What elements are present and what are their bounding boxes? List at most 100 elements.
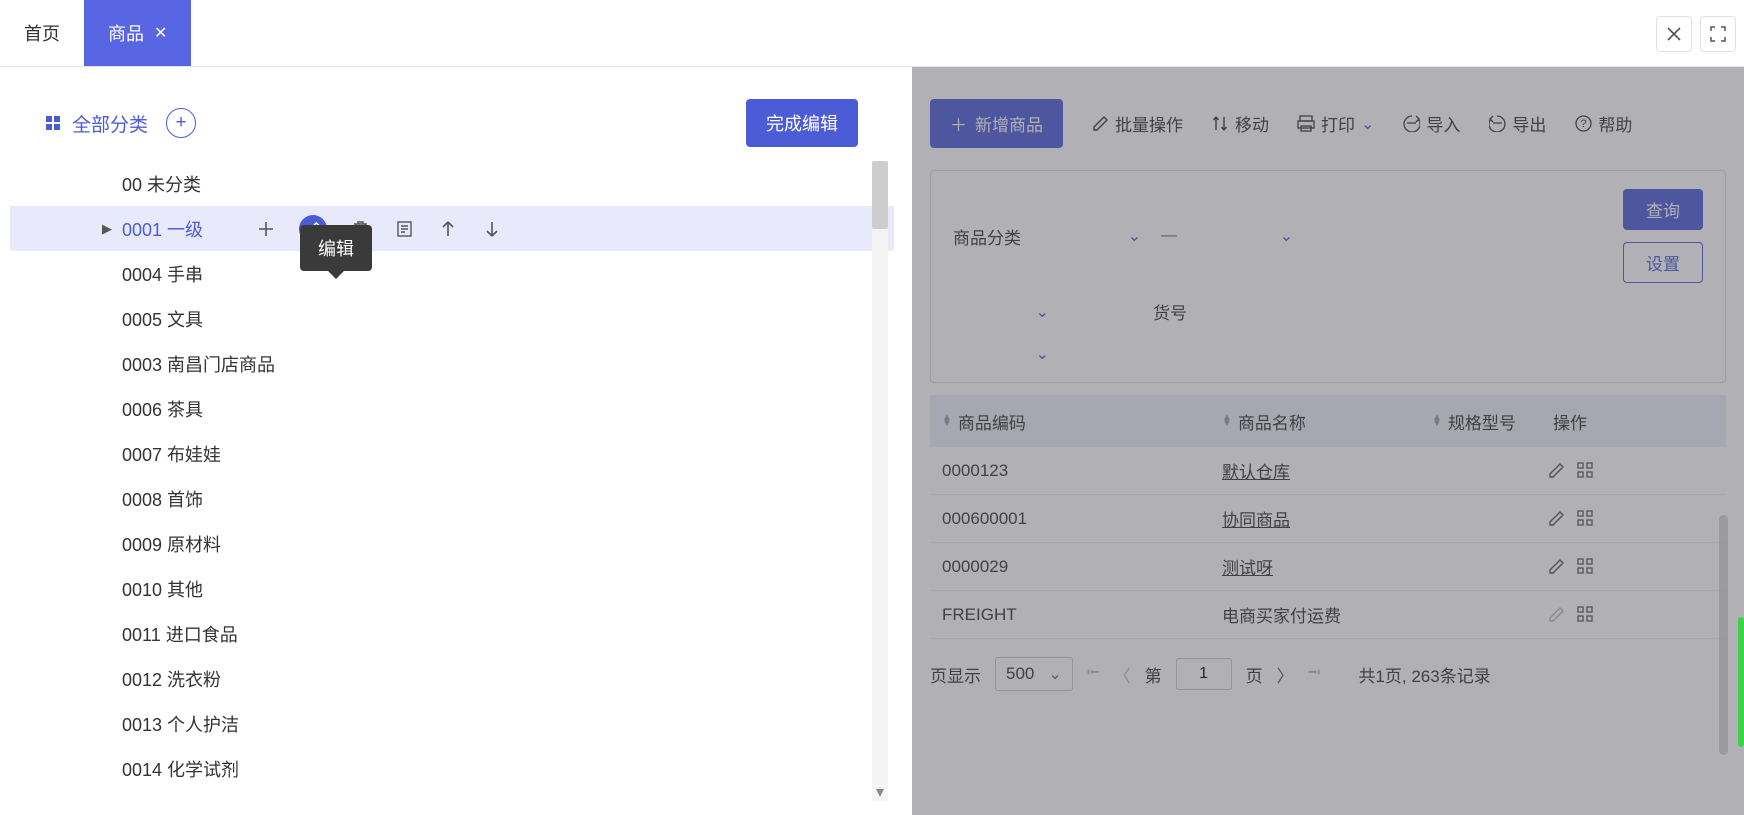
tree-item-label: 0004 手串 — [122, 261, 203, 287]
tree-item[interactable]: 0014 化学试剂 — [10, 746, 894, 791]
cell-code: 0000029 — [930, 557, 1210, 577]
print-button[interactable]: 打印 ⌄ — [1297, 111, 1374, 136]
unnamed-select-2[interactable]: ⌄ — [953, 344, 1049, 364]
scroll-down-icon[interactable]: ▾ — [872, 783, 888, 801]
export-label: 导出 — [1512, 111, 1546, 136]
cell-code: FREIGHT — [930, 605, 1210, 625]
finish-edit-button[interactable]: 完成编辑 — [746, 99, 858, 147]
add-category-button[interactable]: + — [166, 108, 196, 138]
tree-item[interactable]: 0008 首饰 — [10, 476, 894, 521]
tab-home[interactable]: 首页 — [0, 0, 84, 66]
export-button[interactable]: 导出 — [1488, 111, 1546, 136]
row-edit-icon — [1548, 606, 1565, 623]
tree-item-actions — [255, 215, 503, 243]
tree-item[interactable]: 0013 个人护洁 — [10, 701, 894, 746]
product-name-link[interactable]: 测试呀 — [1222, 559, 1273, 578]
all-categories-button[interactable]: 全部分类 — [46, 110, 148, 137]
tree-item[interactable]: 0003 南昌门店商品 — [10, 341, 894, 386]
batch-label: 批量操作 — [1115, 111, 1183, 136]
tree-item[interactable]: 0012 洗衣粉 — [10, 656, 894, 701]
per-page-label: 页显示 — [930, 662, 981, 687]
tree-sort-icon[interactable] — [393, 218, 415, 240]
th-code[interactable]: ▲▼ 商品编码 — [930, 409, 1210, 434]
tree-item-label: 0001 一级 — [122, 216, 203, 242]
help-button[interactable]: ? 帮助 — [1574, 111, 1632, 136]
tree-item[interactable]: 0009 原材料 — [10, 521, 894, 566]
tree-item-label: 00 未分类 — [122, 171, 201, 197]
pagination: 页显示 500 ⌄ ⭰ 〈 第 页 〉 ⭲ 共1页, 263条记录 — [930, 639, 1726, 691]
product-name-link[interactable]: 协同商品 — [1222, 511, 1290, 530]
sort-icon: ▲▼ — [1222, 415, 1232, 427]
tree-item[interactable]: 0006 茶具 — [10, 386, 894, 431]
plus-icon: ＋ — [950, 111, 967, 136]
expand-icon[interactable]: ▶ — [102, 221, 112, 237]
scrollbar[interactable]: ▾ — [872, 161, 888, 801]
cell-code: 0000123 — [930, 461, 1210, 481]
query-button[interactable]: 查询 — [1623, 189, 1703, 230]
table-scrollbar[interactable] — [1719, 515, 1728, 755]
row-edit-icon[interactable] — [1548, 558, 1565, 575]
batch-action-button[interactable]: 批量操作 — [1091, 111, 1183, 136]
settings-button[interactable]: 设置 — [1623, 242, 1703, 283]
tree-item-label: 0005 文具 — [122, 306, 203, 332]
tree-item-label: 0012 洗衣粉 — [122, 666, 221, 692]
panel-header: 全部分类 + 完成编辑 — [10, 99, 894, 161]
tree-item[interactable]: 00 未分类 — [10, 161, 894, 206]
import-button[interactable]: 导入 — [1402, 111, 1460, 136]
add-product-button[interactable]: ＋ 新增商品 — [930, 99, 1063, 148]
close-icon[interactable]: ✕ — [154, 23, 167, 43]
first-page-button[interactable]: ⭰ — [1087, 660, 1100, 689]
per-page-value: 500 — [1006, 664, 1034, 684]
edit-icon — [1091, 115, 1109, 133]
tree-add-icon[interactable] — [255, 218, 277, 240]
print-label: 打印 — [1321, 111, 1355, 136]
cell-op — [1520, 462, 1620, 479]
prev-page-button[interactable]: 〈 — [1114, 662, 1131, 687]
move-icon — [1211, 115, 1229, 133]
close-all-button[interactable] — [1656, 16, 1692, 52]
tree-item[interactable]: 0005 文具 — [10, 296, 894, 341]
row-more-icon[interactable] — [1577, 606, 1593, 623]
th-spec[interactable]: ▲▼ 规格型号 — [1420, 409, 1520, 434]
category-select-1[interactable]: ⌄ — [1045, 226, 1141, 246]
page-input[interactable] — [1176, 658, 1232, 690]
tree-item-label: 0007 布娃娃 — [122, 441, 221, 467]
th-op: 操作 — [1520, 409, 1620, 434]
tree-move-up-icon[interactable] — [437, 218, 459, 240]
cell-name: 默认仓库 — [1210, 458, 1420, 483]
tree-item[interactable]: 0010 其他 — [10, 566, 894, 611]
tree-item[interactable]: 0011 进口食品 — [10, 611, 894, 656]
scroll-thumb[interactable] — [872, 161, 888, 229]
th-spec-label: 规格型号 — [1448, 409, 1516, 434]
fullscreen-button[interactable] — [1700, 16, 1736, 52]
th-code-label: 商品编码 — [958, 409, 1026, 434]
row-more-icon[interactable] — [1577, 510, 1593, 527]
page-scroll-indicator — [1738, 617, 1744, 747]
tab-product[interactable]: 商品 ✕ — [84, 0, 191, 66]
th-name[interactable]: ▲▼ 商品名称 — [1210, 409, 1420, 434]
row-edit-icon[interactable] — [1548, 510, 1565, 527]
import-icon — [1402, 115, 1420, 133]
last-page-button[interactable]: ⭲ — [1308, 660, 1321, 689]
tree-item[interactable]: ▶ 0001 一级 — [10, 206, 894, 251]
move-button[interactable]: 移动 — [1211, 111, 1269, 136]
import-label: 导入 — [1426, 111, 1460, 136]
th-name-label: 商品名称 — [1238, 409, 1306, 434]
tree-move-down-icon[interactable] — [481, 218, 503, 240]
per-page-select[interactable]: 500 ⌄ — [995, 657, 1073, 691]
tree-item[interactable]: 0004 手串 — [10, 251, 894, 296]
range-dash: — — [1161, 227, 1177, 245]
row-more-icon[interactable] — [1577, 462, 1593, 479]
unnamed-select-1[interactable]: ⌄ — [953, 302, 1049, 322]
add-product-label: 新增商品 — [975, 111, 1043, 136]
print-icon — [1297, 115, 1315, 133]
product-name-link[interactable]: 默认仓库 — [1222, 463, 1290, 482]
tree-item-label: 0006 茶具 — [122, 396, 203, 422]
tree-item[interactable]: 0007 布娃娃 — [10, 431, 894, 476]
edit-tooltip: 编辑 — [300, 225, 372, 271]
content-area: ＋ 新增商品 批量操作 移动 打印 ⌄ 导入 导出 — [0, 67, 1744, 815]
next-page-button[interactable]: 〉 — [1277, 662, 1294, 687]
row-edit-icon[interactable] — [1548, 462, 1565, 479]
category-select-2[interactable]: ⌄ — [1197, 226, 1293, 246]
row-more-icon[interactable] — [1577, 558, 1593, 575]
